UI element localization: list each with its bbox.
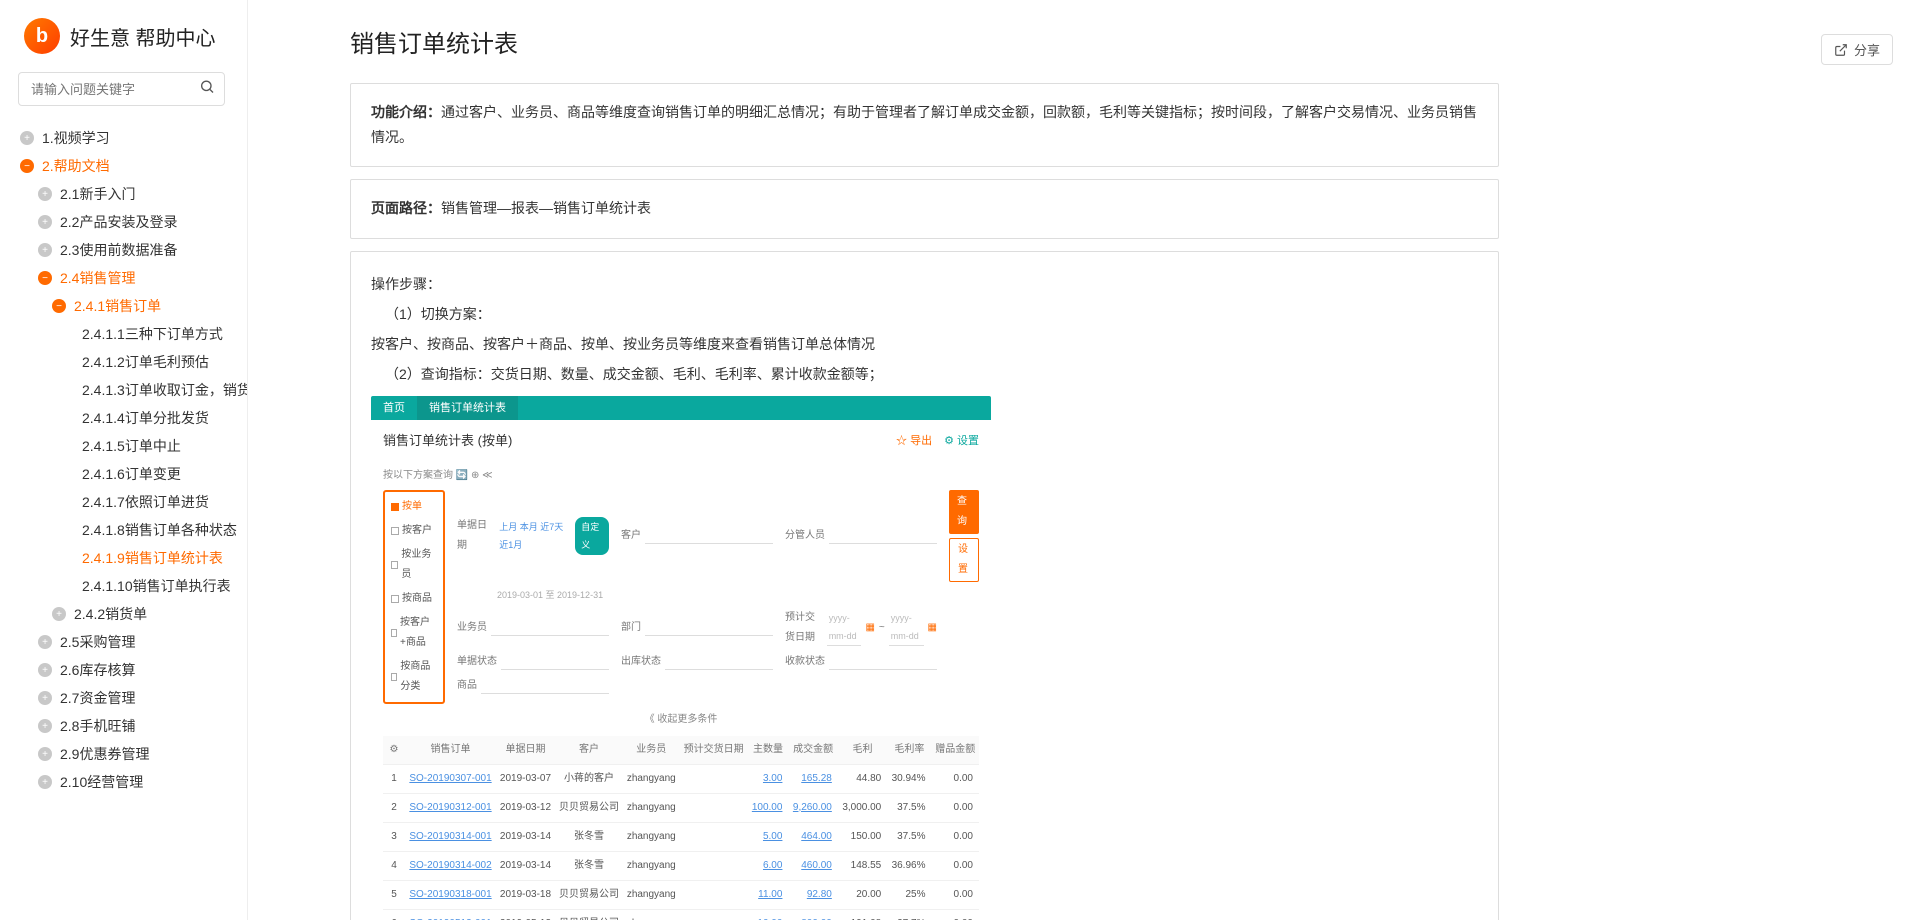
nav-label: 2.3使用前数据准备 xyxy=(60,240,177,260)
brand: b 好生意 帮助中心 xyxy=(0,0,243,72)
nav-item[interactable]: 2.4.1.2订单毛利预估 xyxy=(0,348,243,376)
nav-item[interactable]: +2.7资金管理 xyxy=(0,684,243,712)
nav-label: 2.4.1.4订单分批发货 xyxy=(82,408,209,428)
expand-icon: + xyxy=(38,719,52,733)
shot-title: 销售订单统计表 (按单) xyxy=(383,428,512,454)
logo-icon: b xyxy=(24,18,60,54)
nav-item[interactable]: 2.4.1.3订单收取订金，销货单 xyxy=(0,376,243,404)
nav-item[interactable]: +2.8手机旺铺 xyxy=(0,712,243,740)
main-content: 销售订单统计表 功能介绍：通过客户、业务员、商品等维度查询销售订单的明细汇总情况… xyxy=(248,0,1919,920)
expand-icon: + xyxy=(38,663,52,677)
shot-tab-active: 销售订单统计表 xyxy=(417,396,518,420)
search-input[interactable] xyxy=(18,72,225,106)
intro-card: 功能介绍：通过客户、业务员、商品等维度查询销售订单的明细汇总情况；有助于管理者了… xyxy=(350,83,1499,167)
search-box xyxy=(18,72,225,106)
share-label: 分享 xyxy=(1854,40,1880,59)
nav-label: 2.4.1.5订单中止 xyxy=(82,436,181,456)
query-btn: 查询 xyxy=(949,490,979,534)
nav-label: 2.4.2销货单 xyxy=(74,604,147,624)
nav-item[interactable]: 2.4.1.6订单变更 xyxy=(0,460,243,488)
share-button[interactable]: 分享 xyxy=(1821,34,1893,65)
nav-item[interactable]: 2.4.1.4订单分批发货 xyxy=(0,404,243,432)
page-title: 销售订单统计表 xyxy=(350,24,1499,59)
steps-section: 操作步骤： （1）切换方案： 按客户、按商品、按客户＋商品、按单、按业务员等维度… xyxy=(350,251,1499,920)
nav-item[interactable]: +2.1新手入门 xyxy=(0,180,243,208)
nav-item[interactable]: 2.4.1.7依照订单进货 xyxy=(0,488,243,516)
step1-label: （1）切换方案： xyxy=(371,300,1478,328)
nav-label: 2.4.1.8销售订单各种状态 xyxy=(82,520,237,540)
nav-item[interactable]: 2.4.1.9销售订单统计表 xyxy=(0,544,243,572)
brand-title: 好生意 帮助中心 xyxy=(70,22,216,51)
shot-tab-home: 首页 xyxy=(371,396,417,420)
nav-label: 2.2产品安装及登录 xyxy=(60,212,177,232)
nav-label: 2.4.1.6订单变更 xyxy=(82,464,181,484)
nav-label: 2.4.1.2订单毛利预估 xyxy=(82,352,209,372)
nav-label: 2.4.1.3订单收取订金，销货单 xyxy=(82,380,248,400)
path-label: 页面路径： xyxy=(371,200,441,216)
sidebar: b 好生意 帮助中心 +1.视频学习−2.帮助文档+2.1新手入门+2.2产品安… xyxy=(0,0,248,920)
screenshot-1: 首页 销售订单统计表 销售订单统计表 (按单) ☆ 导出 ⚙ 设置 按以下方案查… xyxy=(371,396,991,920)
path-text: 销售管理—报表—销售订单统计表 xyxy=(441,200,651,216)
nav-item[interactable]: −2.4销售管理 xyxy=(0,264,243,292)
collapse-icon: − xyxy=(20,159,34,173)
nav-label: 2.4.1.1三种下订单方式 xyxy=(82,324,223,344)
nav-item[interactable]: +2.6库存核算 xyxy=(0,656,243,684)
nav-item[interactable]: +2.10经营管理 xyxy=(0,768,243,796)
nav-item[interactable]: +2.9优惠券管理 xyxy=(0,740,243,768)
scheme-box: 按单按客户按业务员按商品按客户+商品按商品分类 xyxy=(383,490,445,704)
nav-label: 1.视频学习 xyxy=(42,128,110,148)
expand-icon: + xyxy=(38,215,52,229)
nav-item[interactable]: 2.4.1.1三种下订单方式 xyxy=(0,320,243,348)
nav-label: 2.4.1.9销售订单统计表 xyxy=(82,548,223,568)
intro-label: 功能介绍： xyxy=(371,104,441,120)
share-icon xyxy=(1834,43,1848,57)
nav-tree: +1.视频学习−2.帮助文档+2.1新手入门+2.2产品安装及登录+2.3使用前… xyxy=(0,120,243,826)
nav-label: 2.7资金管理 xyxy=(60,688,135,708)
nav-label: 2.6库存核算 xyxy=(60,660,135,680)
nav-item[interactable]: +2.3使用前数据准备 xyxy=(0,236,243,264)
nav-label: 2.5采购管理 xyxy=(60,632,135,652)
path-card: 页面路径：销售管理—报表—销售订单统计表 xyxy=(350,179,1499,238)
setting-link: ⚙ 设置 xyxy=(944,430,979,452)
collapse-icon: − xyxy=(38,271,52,285)
expand-icon: + xyxy=(38,187,52,201)
nav-item[interactable]: 2.4.1.10销售订单执行表 xyxy=(0,572,243,600)
expand-icon: + xyxy=(20,131,34,145)
expand-icon: + xyxy=(38,635,52,649)
search-icon[interactable] xyxy=(199,79,215,100)
step2-text: 交货日期、数量、成交金额、毛利、毛利率、累计收款金额等； xyxy=(491,366,883,382)
intro-text: 通过客户、业务员、商品等维度查询销售订单的明细汇总情况；有助于管理者了解订单成交… xyxy=(371,104,1477,145)
collapse-icon: − xyxy=(52,299,66,313)
expand-icon: + xyxy=(38,747,52,761)
nav-label: 2.8手机旺铺 xyxy=(60,716,135,736)
collapse-bar: 《 收起更多条件 xyxy=(383,704,979,736)
nav-item[interactable]: −2.4.1销售订单 xyxy=(0,292,243,320)
expand-icon: + xyxy=(52,607,66,621)
nav-label: 2.9优惠券管理 xyxy=(60,744,149,764)
set-btn: 设置 xyxy=(949,538,979,582)
nav-item[interactable]: +2.4.2销货单 xyxy=(0,600,243,628)
nav-item[interactable]: +1.视频学习 xyxy=(0,124,243,152)
scheme-label: 按以下方案查询 xyxy=(383,470,453,481)
nav-label: 2.10经营管理 xyxy=(60,772,143,792)
nav-label: 2.4.1.10销售订单执行表 xyxy=(82,576,231,596)
expand-icon: + xyxy=(38,775,52,789)
nav-label: 2.4.1销售订单 xyxy=(74,296,161,316)
steps-title: 操作步骤： xyxy=(371,270,1478,298)
nav-label: 2.1新手入门 xyxy=(60,184,135,204)
nav-label: 2.4销售管理 xyxy=(60,268,135,288)
nav-label: 2.帮助文档 xyxy=(42,156,110,176)
data-table: ⚙销售订单单据日期客户业务员预计交货日期主数量成交金额毛利毛利率赠品金额1SO-… xyxy=(383,736,979,920)
nav-item[interactable]: 2.4.1.8销售订单各种状态 xyxy=(0,516,243,544)
step2-label: （2）查询指标： xyxy=(385,366,491,382)
nav-item[interactable]: +2.5采购管理 xyxy=(0,628,243,656)
expand-icon: + xyxy=(38,243,52,257)
nav-item[interactable]: −2.帮助文档 xyxy=(0,152,243,180)
nav-label: 2.4.1.7依照订单进货 xyxy=(82,492,209,512)
nav-item[interactable]: 2.4.1.5订单中止 xyxy=(0,432,243,460)
export-link: ☆ 导出 xyxy=(896,430,932,452)
nav-item[interactable]: +2.2产品安装及登录 xyxy=(0,208,243,236)
expand-icon: + xyxy=(38,691,52,705)
step1-text: 按客户、按商品、按客户＋商品、按单、按业务员等维度来查看销售订单总体情况 xyxy=(371,330,1478,358)
